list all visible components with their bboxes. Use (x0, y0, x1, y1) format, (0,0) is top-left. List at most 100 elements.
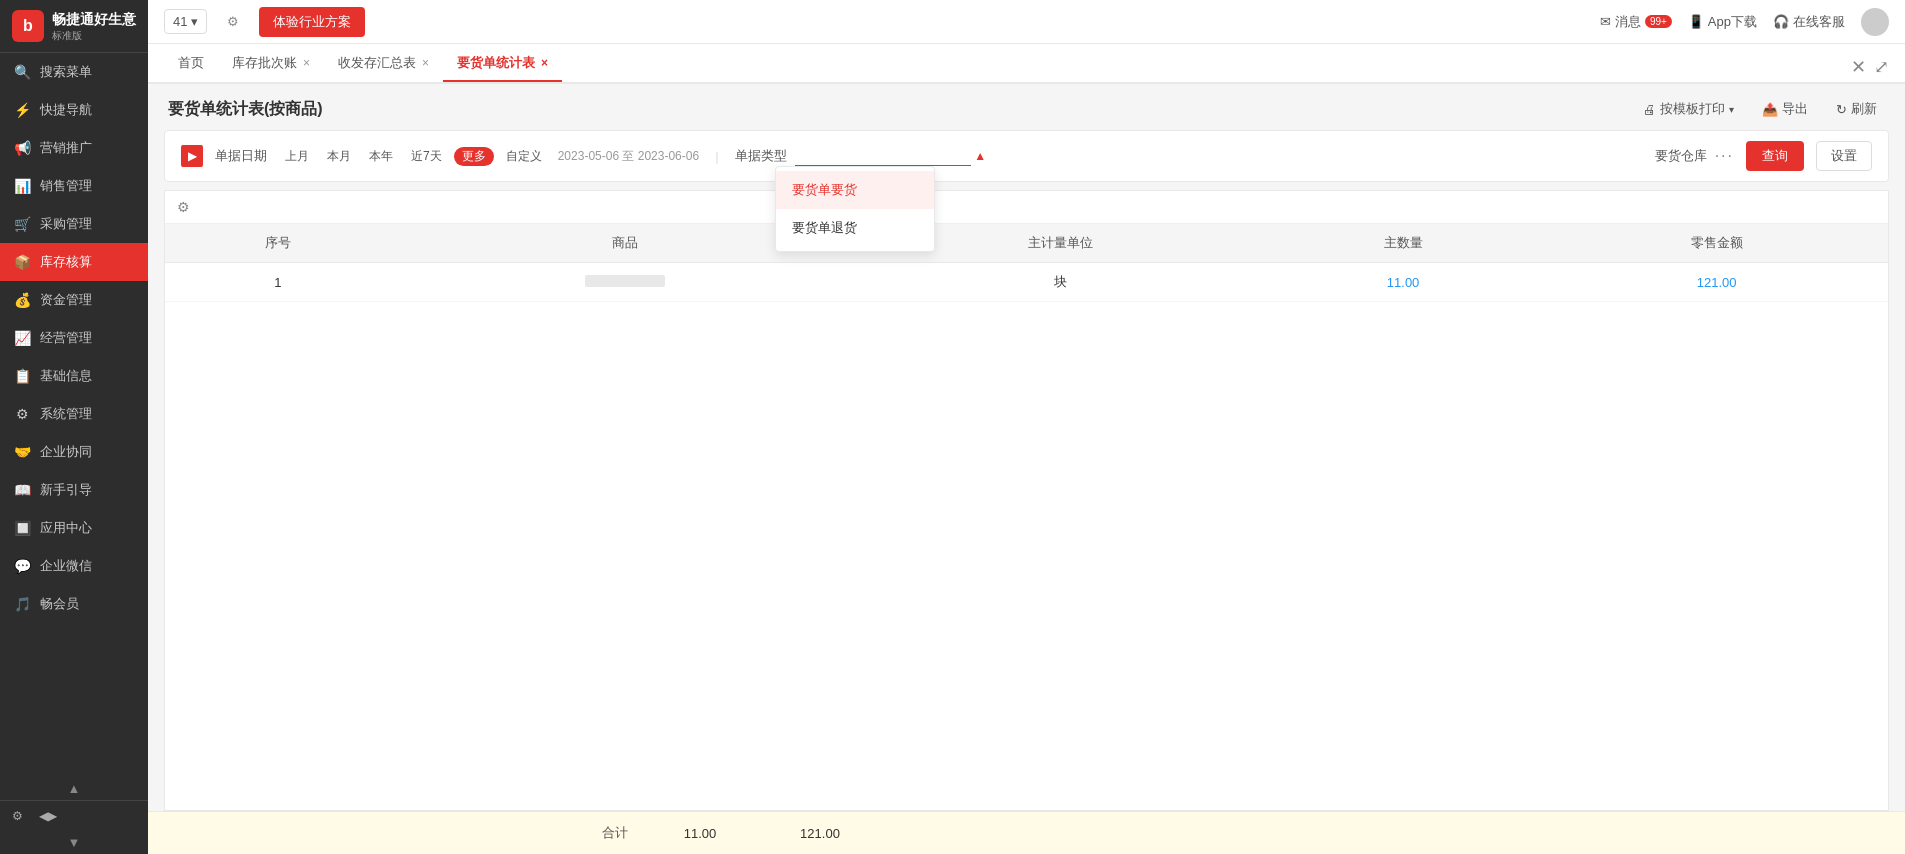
online-service-button[interactable]: 🎧 在线客服 (1773, 13, 1845, 31)
nav-label: 企业微信 (40, 557, 92, 575)
topbar-right: ✉ 消息 99+ 📱 App下载 🎧 在线客服 (1600, 8, 1889, 36)
type-dropdown-popup: 要货单要货要货单退货 (775, 166, 935, 252)
tab-收发存汇总表[interactable]: 收发存汇总表 × (324, 46, 443, 82)
expand-filter-button[interactable]: ▶ (181, 145, 203, 167)
sidebar-item-应用中心[interactable]: 🔲应用中心 (0, 509, 148, 547)
nav-label: 应用中心 (40, 519, 92, 537)
tab-label: 要货单统计表 (457, 54, 535, 72)
table-toolbar: ⚙ (165, 191, 1888, 224)
sidebar-item-系统管理[interactable]: ⚙ 系统管理 (0, 395, 148, 433)
sidebar-logo: b 畅捷通好生意 标准版 (0, 0, 148, 53)
messages-label: 消息 (1615, 13, 1641, 31)
logo-icon: b (12, 10, 44, 42)
date-this-month[interactable]: 本月 (321, 146, 357, 167)
tab-首页[interactable]: 首页 (164, 46, 218, 82)
type-input[interactable] (795, 146, 971, 166)
sidebar: b 畅捷通好生意 标准版 🔍搜索菜单 ⚡ 快捷导航 📢营销推广📊销售管理🛒采购管理📦库… (0, 0, 148, 854)
warehouse-more-icon[interactable]: ··· (1715, 147, 1734, 165)
sidebar-item-销售管理[interactable]: 📊销售管理 (0, 167, 148, 205)
page-header: 要货单统计表(按商品) 🖨 按模板打印 ▾ 📤 导出 ↻ 刷新 (148, 84, 1905, 130)
refresh-button[interactable]: ↻ 刷新 (1828, 96, 1885, 122)
nav-icon: ⚡ (12, 102, 32, 118)
date-this-year[interactable]: 本年 (363, 146, 399, 167)
app-download-button[interactable]: 📱 App下载 (1688, 13, 1757, 31)
nav-label: 系统管理 (40, 405, 92, 423)
dropdown-option-要货单退货[interactable]: 要货单退货 (776, 209, 934, 247)
export-icon: 📤 (1762, 102, 1778, 117)
print-dropdown-icon: ▾ (1729, 104, 1734, 115)
trial-button[interactable]: 体验行业方案 (259, 7, 365, 37)
cell-unit: 块 (860, 263, 1261, 302)
tab-close-icon[interactable]: × (422, 56, 429, 70)
nav-icon: 🎵 (12, 596, 32, 612)
tab-库存批次账[interactable]: 库存批次账× (218, 46, 324, 82)
sidebar-item-畅会员[interactable]: 🎵畅会员 (0, 585, 148, 623)
sidebar-item-资金管理[interactable]: 💰资金管理 (0, 281, 148, 319)
cell-amount: 121.00 (1545, 263, 1888, 302)
sidebar-item-库存核算[interactable]: 📦库存核算 (0, 243, 148, 281)
sidebar-item-搜索菜单[interactable]: 🔍搜索菜单 (0, 53, 148, 91)
date-custom-button[interactable]: 自定义 (500, 146, 548, 167)
sidebar-item-营销推广[interactable]: 📢营销推广 (0, 129, 148, 167)
nav-icon: 📖 (12, 482, 32, 498)
nav-label: 营销推广 (40, 139, 92, 157)
sidebar-scroll-up[interactable]: ▲ (0, 777, 148, 800)
close-all-icon[interactable]: ✕ (1851, 56, 1866, 78)
warehouse-label: 要货仓库 (1655, 147, 1707, 165)
nav-label: 快捷导航 (40, 101, 92, 119)
tabs-bar: 首页库存批次账× 收发存汇总表 × 要货单统计表 × ✕ ⤢ (148, 44, 1905, 84)
settings-icon[interactable]: ⚙ (12, 809, 23, 823)
sidebar-item-企业协同[interactable]: 🤝企业协同 (0, 433, 148, 471)
query-button[interactable]: 查询 (1746, 141, 1804, 171)
nav-icon: 📈 (12, 330, 32, 346)
filter-divider: | (715, 149, 718, 164)
date-last-7-days[interactable]: 近7天 (405, 146, 448, 167)
sidebar-item-快捷导航[interactable]: ⚡ 快捷导航 (0, 91, 148, 129)
topbar-settings-btn[interactable]: ⚙ (219, 8, 247, 36)
table-body: 1块11.00121.00 (165, 263, 1888, 302)
type-dropdown-chevron[interactable]: ▲ (974, 149, 986, 163)
table-footer: 合计 11.00 121.00 (148, 811, 1905, 854)
nav-label: 资金管理 (40, 291, 92, 309)
filter-type-section: 单据类型 ▲ 要货单要货要货单退货 (735, 146, 995, 166)
settings-button[interactable]: 设置 (1816, 141, 1872, 171)
headset-icon: 🎧 (1773, 14, 1789, 29)
sidebar-bottom: ⚙ ◀▶ (0, 800, 148, 831)
sidebar-item-新手引导[interactable]: 📖新手引导 (0, 471, 148, 509)
data-table: 序号商品主计量单位主数量零售金额 1块11.00121.00 (165, 224, 1888, 302)
online-service-label: 在线客服 (1793, 13, 1845, 31)
sidebar-item-采购管理[interactable]: 🛒采购管理 (0, 205, 148, 243)
messages-button[interactable]: ✉ 消息 99+ (1600, 13, 1672, 31)
amount-link[interactable]: 121.00 (1697, 275, 1737, 290)
user-avatar[interactable] (1861, 8, 1889, 36)
tab-close-icon[interactable]: × (541, 56, 548, 70)
collapse-icon[interactable]: ◀▶ (39, 809, 57, 823)
tab-label: 收发存汇总表 (338, 54, 416, 72)
page-title: 要货单统计表(按商品) (168, 99, 323, 120)
nav-icon: 🛒 (12, 216, 32, 232)
export-button[interactable]: 📤 导出 (1754, 96, 1816, 122)
sidebar-item-企业微信[interactable]: 💬企业微信 (0, 547, 148, 585)
store-name: 41 (173, 14, 187, 29)
store-selector[interactable]: 41 ▾ (164, 9, 207, 34)
nav-icon: ⚙ (12, 406, 32, 422)
tab-close-icon[interactable]: × (303, 56, 310, 70)
nav-label: 基础信息 (40, 367, 92, 385)
print-button[interactable]: 🖨 按模板打印 ▾ (1635, 96, 1742, 122)
date-range-display: 2023-05-06 至 2023-06-06 (558, 148, 699, 165)
sidebar-scroll-down[interactable]: ▼ (0, 831, 148, 854)
tab-要货单统计表[interactable]: 要货单统计表 × (443, 46, 562, 82)
maximize-icon[interactable]: ⤢ (1874, 56, 1889, 78)
sidebar-item-经营管理[interactable]: 📈经营管理 (0, 319, 148, 357)
refresh-icon: ↻ (1836, 102, 1847, 117)
nav-icon: 📊 (12, 178, 32, 194)
column-settings-icon[interactable]: ⚙ (177, 199, 190, 215)
sidebar-item-基础信息[interactable]: 📋基础信息 (0, 357, 148, 395)
date-more-button[interactable]: 更多 (454, 147, 494, 166)
date-prev-month[interactable]: 上月 (279, 146, 315, 167)
filter-warehouse-section: 要货仓库 ··· (1655, 147, 1734, 165)
message-icon: ✉ (1600, 14, 1611, 29)
qty-link[interactable]: 11.00 (1387, 275, 1420, 290)
dropdown-option-要货单要货[interactable]: 要货单要货 (776, 171, 934, 209)
filter-bar: ▶ 单据日期 上月 本月 本年 近7天 更多 自定义 2023-05-06 至 … (164, 130, 1889, 182)
